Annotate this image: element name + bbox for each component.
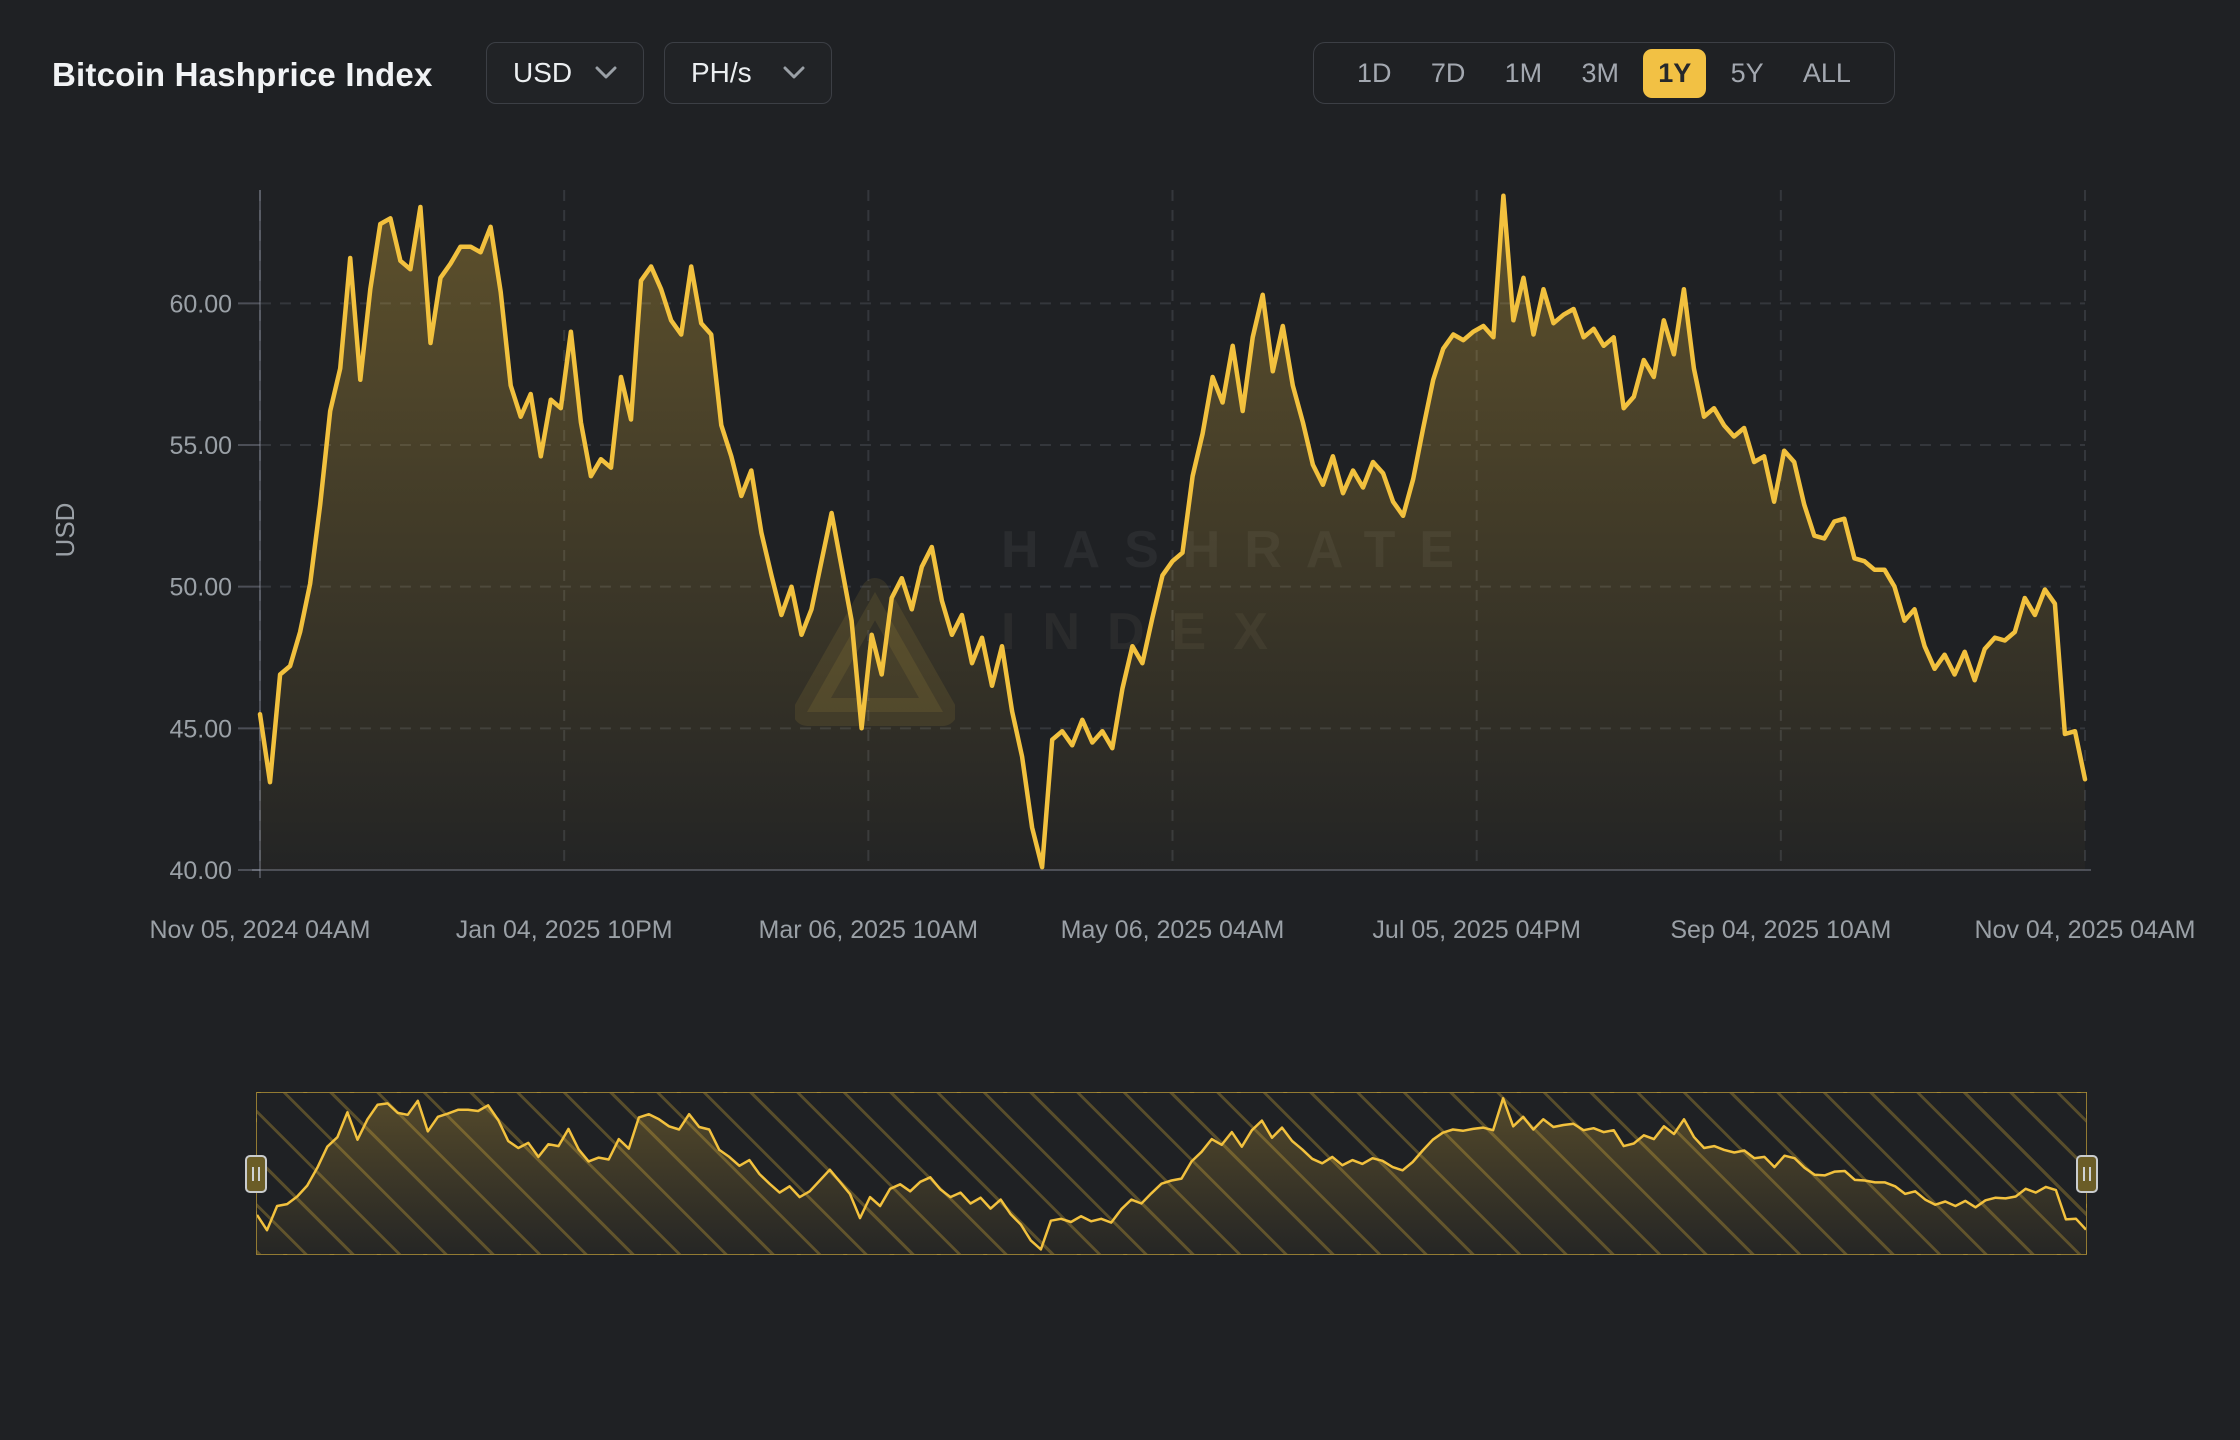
hashprice-area-chart[interactable]: Nov 05, 2024 04AM Jan 04, 2025 10PM Mar 06… [0,0,2240,1440]
y-axis-tick-label: 55.00 [169,432,232,460]
x-axis-tick-label: Nov 05, 2024 04AM [150,916,371,944]
x-axis-tick-label: May 06, 2025 04AM [1061,916,1285,944]
y-axis-title: USD [50,503,80,558]
x-axis-tick-label: Mar 06, 2025 10AM [759,916,979,944]
y-axis-tick-label: 45.00 [169,715,232,743]
x-axis-tick-label: Nov 04, 2025 04AM [1975,916,2196,944]
x-axis-tick-label: Jul 05, 2025 04PM [1372,916,1580,944]
hashprice-dashboard: Bitcoin Hashprice Index USD PH/s 1D 7D 1… [0,0,2240,1440]
navigator-left-drag-handle[interactable] [245,1155,267,1193]
x-axis-tick-label: Sep 04, 2025 10AM [1670,916,1891,944]
x-axis-tick-label: Jan 04, 2025 10PM [456,916,673,944]
y-axis-tick-label: 50.00 [169,574,232,602]
y-axis-tick-label: 60.00 [169,290,232,318]
y-axis-tick-label: 40.00 [169,857,232,885]
navigator-right-drag-handle[interactable] [2076,1155,2098,1193]
